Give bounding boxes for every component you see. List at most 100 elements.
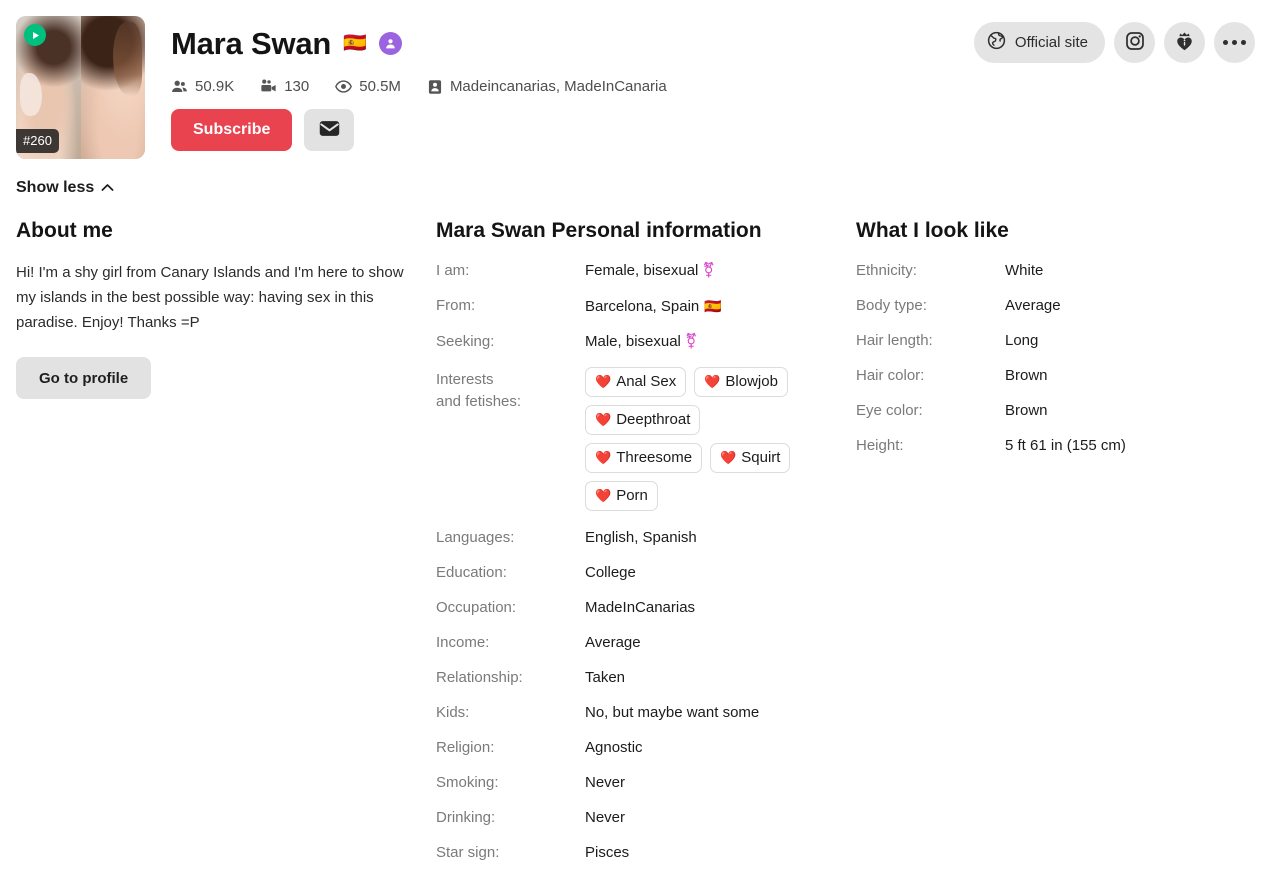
heart-icon: ❤️	[720, 450, 737, 466]
instagram-button[interactable]	[1114, 22, 1155, 63]
info-value-text: Barcelona, Spain	[585, 298, 700, 316]
more-dots-icon	[1223, 40, 1246, 45]
info-label: Kids:	[436, 704, 470, 722]
gender-symbol-icon: ⚧	[684, 333, 698, 351]
stat-aliases-value: Madeincanarias, MadeInCanaria	[449, 78, 667, 95]
interest-tag[interactable]: ❤️ Porn	[585, 481, 658, 512]
show-less-label: Show less	[16, 179, 95, 196]
info-label: From:	[436, 297, 476, 315]
info-label: Religion:	[436, 739, 495, 757]
show-less-toggle[interactable]: Show less	[16, 179, 114, 197]
info-value: Never	[585, 774, 626, 792]
subscribe-button[interactable]: Subscribe	[171, 109, 293, 151]
interests-tags: ❤️ Anal Sex ❤️ Blowjob ❤️ Deepthroat ❤️ …	[585, 367, 817, 512]
info-row: Ethnicity: White	[856, 260, 1256, 282]
interest-tag-label: Squirt	[741, 449, 781, 467]
info-value: 5 ft 61 in (155 cm)	[1005, 437, 1126, 455]
stat-subscribers: 50.9K	[171, 78, 234, 95]
avatar[interactable]: #260	[16, 16, 145, 159]
looks-column: What I look like Ethnicity: White Body t…	[856, 219, 1256, 470]
stat-views-value: 50.5M	[359, 78, 401, 95]
looks-title: What I look like	[856, 219, 1009, 242]
premium-button[interactable]	[1164, 22, 1205, 63]
info-value: Never	[585, 809, 626, 827]
info-row: Body type: Average	[856, 295, 1256, 317]
about-column: About me Hi! I'm a shy girl from Canary …	[16, 219, 436, 400]
verified-user-badge-icon	[378, 31, 402, 55]
instagram-icon	[1125, 31, 1145, 54]
go-to-profile-button[interactable]: Go to profile	[16, 357, 152, 400]
info-label: Languages:	[436, 529, 515, 547]
interest-tag[interactable]: ❤️ Squirt	[710, 443, 791, 474]
info-value: College	[585, 564, 636, 582]
action-row: Subscribe	[171, 109, 1255, 151]
info-value: English, Spanish	[585, 529, 697, 547]
info-label: Height:	[856, 437, 904, 455]
info-value-text: Female, bisexual	[585, 262, 699, 280]
heart-icon: ❤️	[704, 374, 721, 390]
stat-videos-value: 130	[284, 78, 310, 95]
info-row: Kids: No, but maybe want some	[436, 702, 856, 724]
interest-tag-label: Porn	[616, 487, 648, 505]
info-value: Female, bisexual ⚧	[585, 260, 715, 282]
message-button[interactable]	[304, 109, 355, 151]
info-value: Average	[585, 634, 641, 652]
info-row: Occupation: MadeInCanarias	[436, 597, 856, 619]
stat-views: 50.5M	[335, 78, 401, 95]
stat-aliases: Madeincanarias, MadeInCanaria	[427, 78, 667, 95]
info-label: Drinking:	[436, 809, 496, 827]
country-flag-icon: 🇪🇸	[704, 298, 722, 315]
info-value: Long	[1005, 332, 1039, 350]
interest-tag-label: Threesome	[616, 449, 693, 467]
heart-icon: ❤️	[595, 450, 612, 466]
official-site-label: Official site	[1014, 34, 1088, 51]
info-row: From: Barcelona, Spain 🇪🇸	[436, 295, 856, 318]
info-value: Brown	[1005, 402, 1048, 420]
info-label: Body type:	[856, 297, 927, 315]
info-value: Average	[1005, 297, 1061, 315]
info-label: Eye color:	[856, 402, 923, 420]
profile-columns: About me Hi! I'm a shy girl from Canary …	[0, 219, 1271, 877]
info-row: I am: Female, bisexual ⚧	[436, 260, 856, 282]
heart-icon: ❤️	[595, 488, 612, 504]
info-label: Income:	[436, 634, 490, 652]
about-title: About me	[16, 219, 113, 242]
interest-tag-label: Deepthroat	[616, 411, 691, 429]
subscribers-icon	[171, 78, 188, 95]
interest-tag[interactable]: ❤️ Threesome	[585, 443, 703, 474]
info-value: White	[1005, 262, 1044, 280]
interest-tag-label: Anal Sex	[616, 373, 677, 391]
interests-label-line2: and fetishes:	[436, 393, 522, 411]
info-row: Seeking: Male, bisexual ⚧	[436, 331, 856, 353]
interests-label: Interests and fetishes:	[436, 366, 585, 413]
info-label: I am:	[436, 262, 470, 280]
globe-icon	[987, 31, 1006, 54]
info-value: Taken	[585, 669, 626, 687]
info-row: Relationship: Taken	[436, 667, 856, 689]
aliases-icon	[427, 79, 443, 95]
play-icon[interactable]	[24, 24, 46, 46]
stat-videos: 130	[260, 78, 309, 95]
official-site-button[interactable]: Official site	[973, 22, 1105, 63]
info-row: Smoking: Never	[436, 772, 856, 794]
info-label: Education:	[436, 564, 507, 582]
avatar-photo-right	[80, 16, 145, 159]
info-label: Hair color:	[856, 367, 925, 385]
interests-row: Interests and fetishes: ❤️ Anal Sex ❤️ B…	[436, 366, 856, 512]
info-value: Brown	[1005, 367, 1048, 385]
interest-tag[interactable]: ❤️ Deepthroat	[585, 405, 701, 436]
info-value: No, but maybe want some	[585, 704, 760, 722]
page-title: Mara Swan	[171, 25, 332, 61]
chevron-up-icon	[101, 179, 114, 197]
personal-info-title: Mara Swan Personal information	[436, 219, 762, 242]
interest-tag[interactable]: ❤️ Blowjob	[694, 367, 788, 398]
info-row: Height: 5 ft 61 in (155 cm)	[856, 435, 1256, 457]
info-label: Ethnicity:	[856, 262, 917, 280]
more-options-button[interactable]	[1214, 22, 1255, 63]
interests-label-line1: Interests	[436, 371, 494, 389]
heart-icon: ❤️	[595, 412, 612, 428]
interest-tag[interactable]: ❤️ Anal Sex	[585, 367, 687, 398]
info-row: Languages: English, Spanish	[436, 527, 856, 549]
info-row: Religion: Agnostic	[436, 737, 856, 759]
about-text: Hi! I'm a shy girl from Canary Islands a…	[16, 264, 404, 332]
